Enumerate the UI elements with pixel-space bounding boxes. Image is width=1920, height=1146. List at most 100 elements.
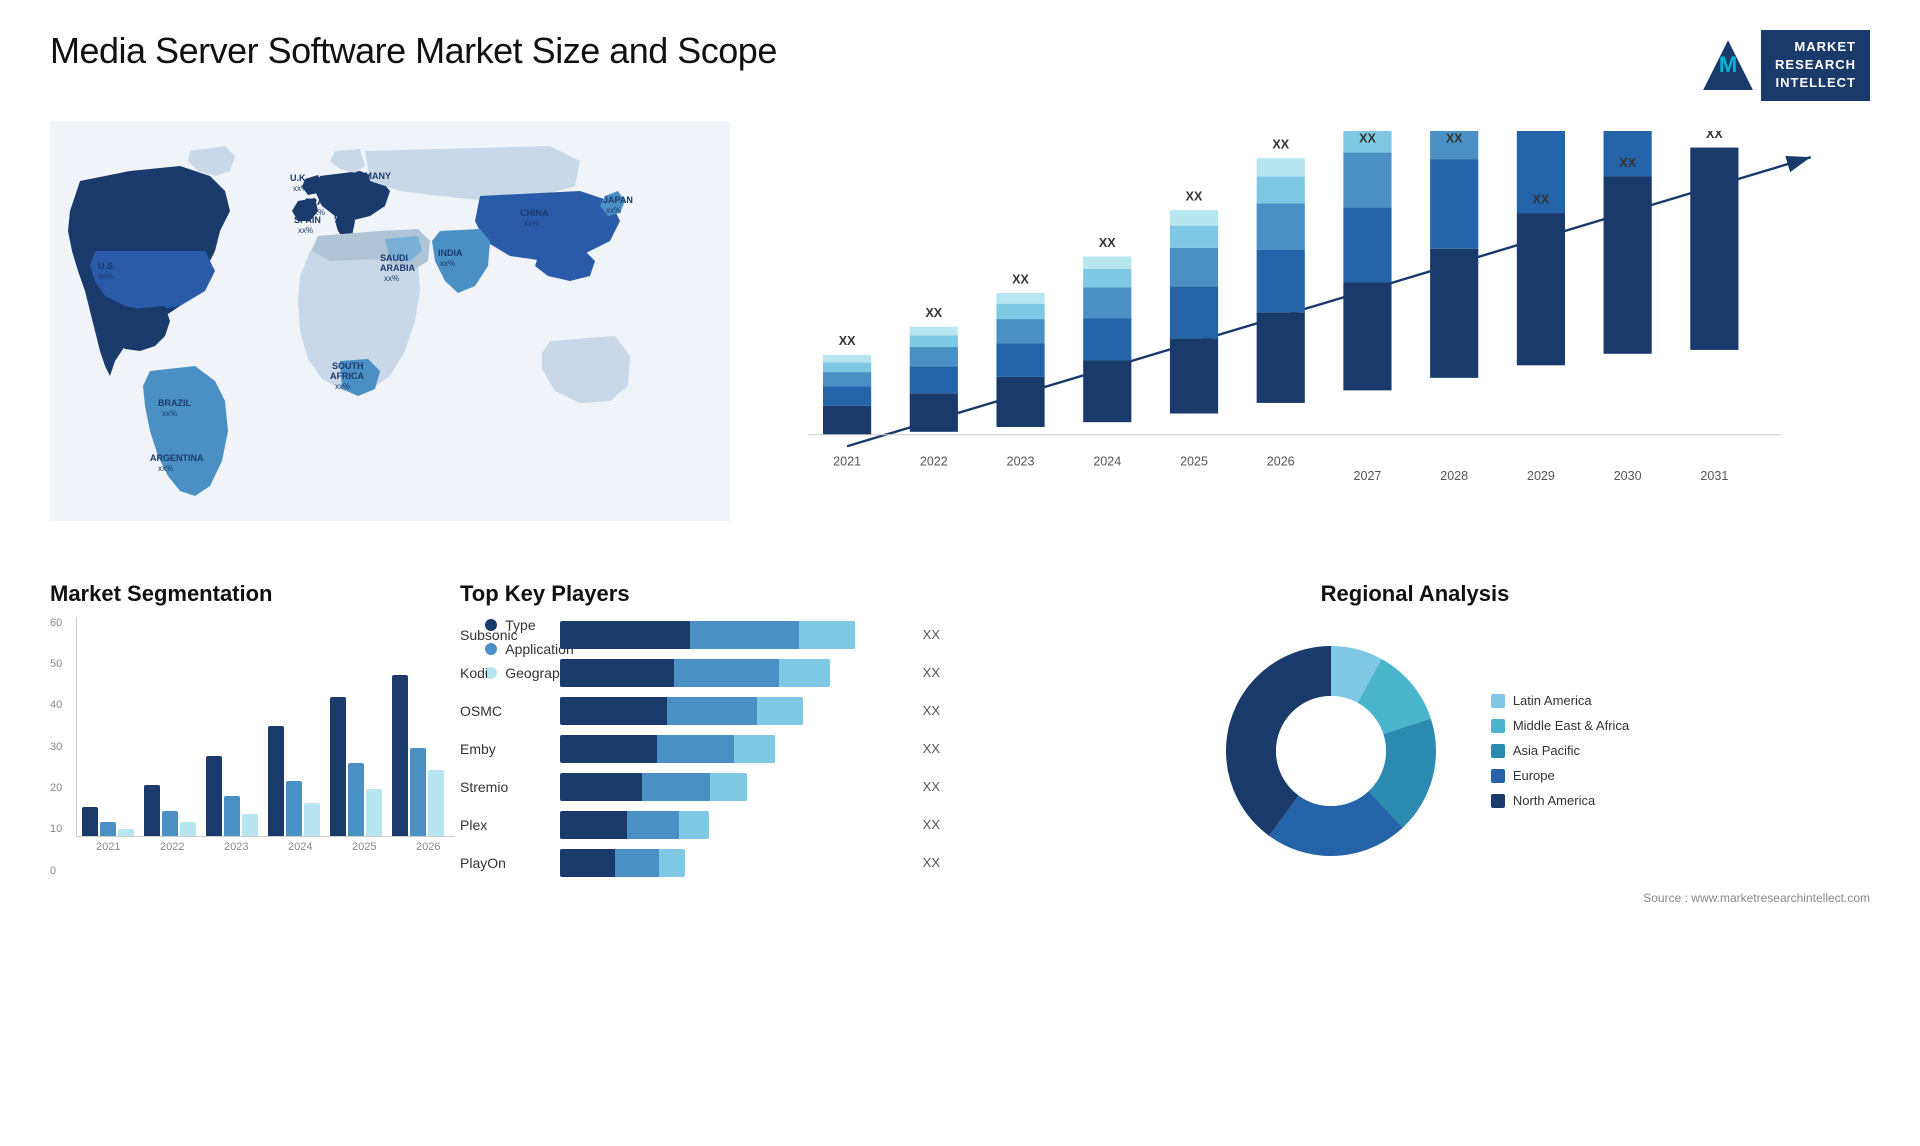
seg-xlabel-2026: 2026 bbox=[401, 841, 455, 853]
svg-text:xx%: xx% bbox=[118, 329, 133, 338]
player-name-kodi: Kodi bbox=[460, 665, 550, 681]
svg-text:xx%: xx% bbox=[162, 409, 177, 418]
svg-text:2029: 2029 bbox=[1527, 469, 1555, 483]
top-section: CANADA xx% U.S. xx% MEXICO xx% BRAZIL xx… bbox=[50, 121, 1870, 551]
seg-group-2022 bbox=[144, 785, 196, 836]
svg-text:2028: 2028 bbox=[1440, 469, 1468, 483]
player-bar-plex bbox=[560, 811, 907, 839]
player-name-osmc: OSMC bbox=[460, 703, 550, 719]
page-container: Media Server Software Market Size and Sc… bbox=[0, 0, 1920, 1146]
player-xx-playon: XX bbox=[923, 855, 940, 870]
players-section: Top Key Players Subsonic XX Kodi bbox=[460, 581, 940, 1001]
growth-chart-container: XX 2021 XX 2022 XX 2023 bbox=[730, 121, 1870, 551]
spain-label: SPAIN bbox=[294, 215, 321, 225]
player-xx-osmc: XX bbox=[923, 703, 940, 718]
player-bar-kodi bbox=[560, 659, 907, 687]
southafrica-label: SOUTH bbox=[332, 361, 364, 371]
player-row-osmc: OSMC XX bbox=[460, 697, 940, 725]
player-row-subsonic: Subsonic XX bbox=[460, 621, 940, 649]
svg-text:XX: XX bbox=[1706, 131, 1723, 141]
svg-text:xx%: xx% bbox=[98, 272, 113, 281]
seg-group-2021 bbox=[82, 807, 134, 836]
player-name-playon: PlayOn bbox=[460, 855, 550, 871]
source-text: Source : www.marketresearchintellect.com bbox=[960, 891, 1870, 905]
seg-xlabel-2021: 2021 bbox=[81, 841, 135, 853]
header: Media Server Software Market Size and Sc… bbox=[50, 30, 1870, 101]
seg-bar-app-2021 bbox=[100, 822, 116, 836]
svg-text:XX: XX bbox=[1186, 189, 1203, 203]
players-title: Top Key Players bbox=[460, 581, 940, 607]
legend-asia-pacific-color bbox=[1491, 744, 1505, 758]
svg-text:xx%: xx% bbox=[606, 206, 621, 215]
seg-xlabel-2025: 2025 bbox=[337, 841, 391, 853]
uk-label: U.K. bbox=[290, 173, 308, 183]
svg-text:XX: XX bbox=[1533, 192, 1550, 206]
legend-mea: Middle East & Africa bbox=[1491, 718, 1629, 733]
svg-text:ARABIA: ARABIA bbox=[380, 263, 415, 273]
world-map: CANADA xx% U.S. xx% MEXICO xx% BRAZIL xx… bbox=[50, 121, 730, 521]
player-bar-emby bbox=[560, 735, 907, 763]
china-label: CHINA bbox=[520, 208, 549, 218]
player-bar-playon bbox=[560, 849, 907, 877]
argentina-label: ARGENTINA bbox=[150, 453, 204, 463]
segmentation-section: Market Segmentation 60 50 40 30 20 10 0 bbox=[50, 581, 440, 1001]
player-name-stremio: Stremio bbox=[460, 779, 550, 795]
legend-europe: Europe bbox=[1491, 768, 1629, 783]
germany-label: GERMANY bbox=[345, 171, 391, 181]
seg-bar-geo-2021 bbox=[118, 829, 134, 836]
growth-bar-chart: XX 2021 XX 2022 XX 2023 bbox=[770, 131, 1830, 511]
player-name-emby: Emby bbox=[460, 741, 550, 757]
player-bar-subsonic bbox=[560, 621, 907, 649]
us-label: U.S. bbox=[98, 261, 116, 271]
svg-text:xx%: xx% bbox=[440, 259, 455, 268]
saudi-label: SAUDI bbox=[380, 253, 408, 263]
seg-xlabel-2023: 2023 bbox=[209, 841, 263, 853]
legend-europe-color bbox=[1491, 769, 1505, 783]
svg-text:XX: XX bbox=[839, 334, 856, 348]
player-row-plex: Plex XX bbox=[460, 811, 940, 839]
seg-xlabel-2022: 2022 bbox=[145, 841, 199, 853]
svg-text:XX: XX bbox=[1359, 131, 1376, 145]
svg-text:XX: XX bbox=[1272, 137, 1289, 151]
legend-north-america-color bbox=[1491, 794, 1505, 808]
player-xx-emby: XX bbox=[923, 741, 940, 756]
svg-text:2021: 2021 bbox=[833, 454, 861, 468]
legend-asia-pacific: Asia Pacific bbox=[1491, 743, 1629, 758]
svg-text:XX: XX bbox=[1012, 272, 1029, 286]
svg-text:xx%: xx% bbox=[122, 202, 137, 211]
player-bar-osmc bbox=[560, 697, 907, 725]
seg-group-2026 bbox=[392, 675, 444, 836]
svg-text:XX: XX bbox=[1099, 235, 1116, 249]
canada-label: CANADA bbox=[118, 191, 157, 201]
svg-text:2031: 2031 bbox=[1700, 469, 1728, 483]
svg-text:XX: XX bbox=[925, 306, 942, 320]
segmentation-title: Market Segmentation bbox=[50, 581, 440, 607]
legend-north-america: North America bbox=[1491, 793, 1629, 808]
france-label: FRANCE bbox=[305, 197, 343, 207]
player-xx-subsonic: XX bbox=[923, 627, 940, 642]
seg-group-2024 bbox=[268, 726, 320, 836]
player-name-plex: Plex bbox=[460, 817, 550, 833]
regional-section: Regional Analysis bbox=[960, 581, 1870, 1001]
svg-text:2026: 2026 bbox=[1267, 454, 1295, 468]
logo-text: MARKET RESEARCH INTELLECT bbox=[1761, 30, 1870, 101]
player-row-stremio: Stremio XX bbox=[460, 773, 940, 801]
italy-label: ITALY bbox=[334, 211, 359, 221]
player-name-subsonic: Subsonic bbox=[460, 627, 550, 643]
player-row-playon: PlayOn XX bbox=[460, 849, 940, 877]
bottom-section: Market Segmentation 60 50 40 30 20 10 0 bbox=[50, 581, 1870, 1001]
map-container: CANADA xx% U.S. xx% MEXICO xx% BRAZIL xx… bbox=[50, 121, 730, 551]
player-xx-plex: XX bbox=[923, 817, 940, 832]
svg-text:2030: 2030 bbox=[1614, 469, 1642, 483]
svg-text:xx%: xx% bbox=[293, 184, 308, 193]
legend-mea-color bbox=[1491, 719, 1505, 733]
donut-legend: Latin America Middle East & Africa Asia … bbox=[1491, 693, 1629, 808]
player-row-emby: Emby XX bbox=[460, 735, 940, 763]
svg-text:XX: XX bbox=[1446, 131, 1463, 145]
mexico-label: MEXICO bbox=[112, 318, 148, 328]
legend-latin-america: Latin America bbox=[1491, 693, 1629, 708]
player-xx-kodi: XX bbox=[923, 665, 940, 680]
player-xx-stremio: XX bbox=[923, 779, 940, 794]
brazil-label: BRAZIL bbox=[158, 398, 191, 408]
svg-text:xx%: xx% bbox=[335, 382, 350, 391]
